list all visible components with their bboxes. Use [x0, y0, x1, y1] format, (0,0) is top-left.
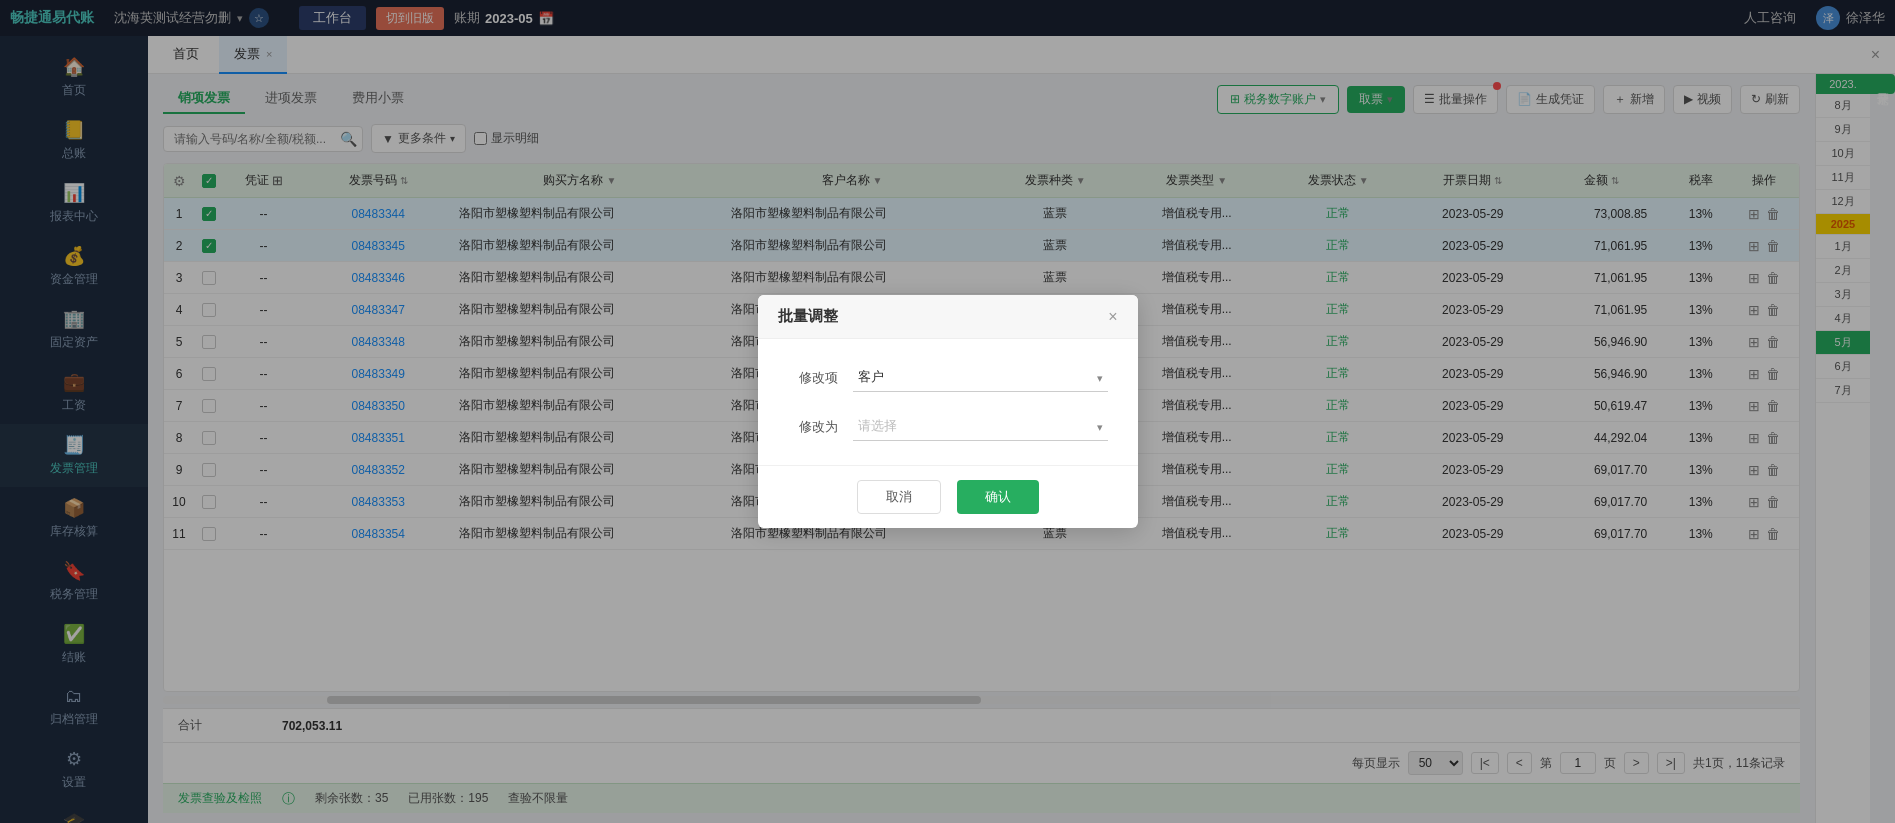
- modal-footer: 取消 确认: [758, 465, 1138, 528]
- modal-close-btn[interactable]: ×: [1108, 308, 1117, 326]
- modal-value-placeholder: 请选择: [858, 417, 897, 435]
- modal-field-label: 修改项: [788, 369, 838, 387]
- modal-row-value: 修改为 请选择: [788, 412, 1108, 441]
- modal-overlay[interactable]: 批量调整 × 修改项 客户 修改为 请选择 取消 确认: [0, 0, 1895, 823]
- modal-value-select[interactable]: 请选择: [853, 412, 1108, 441]
- modal-field-select[interactable]: 客户: [853, 363, 1108, 392]
- modal-field-value: 客户: [858, 368, 884, 386]
- modal-body: 修改项 客户 修改为 请选择: [758, 339, 1138, 465]
- modal-title: 批量调整: [778, 307, 838, 326]
- modal-field-chevron: [1097, 370, 1103, 385]
- batch-adjust-modal: 批量调整 × 修改项 客户 修改为 请选择 取消 确认: [758, 295, 1138, 528]
- modal-value-label: 修改为: [788, 418, 838, 436]
- modal-cancel-btn[interactable]: 取消: [857, 480, 941, 514]
- modal-row-field: 修改项 客户: [788, 363, 1108, 392]
- modal-header: 批量调整 ×: [758, 295, 1138, 339]
- modal-value-chevron: [1097, 419, 1103, 434]
- modal-confirm-btn[interactable]: 确认: [957, 480, 1039, 514]
